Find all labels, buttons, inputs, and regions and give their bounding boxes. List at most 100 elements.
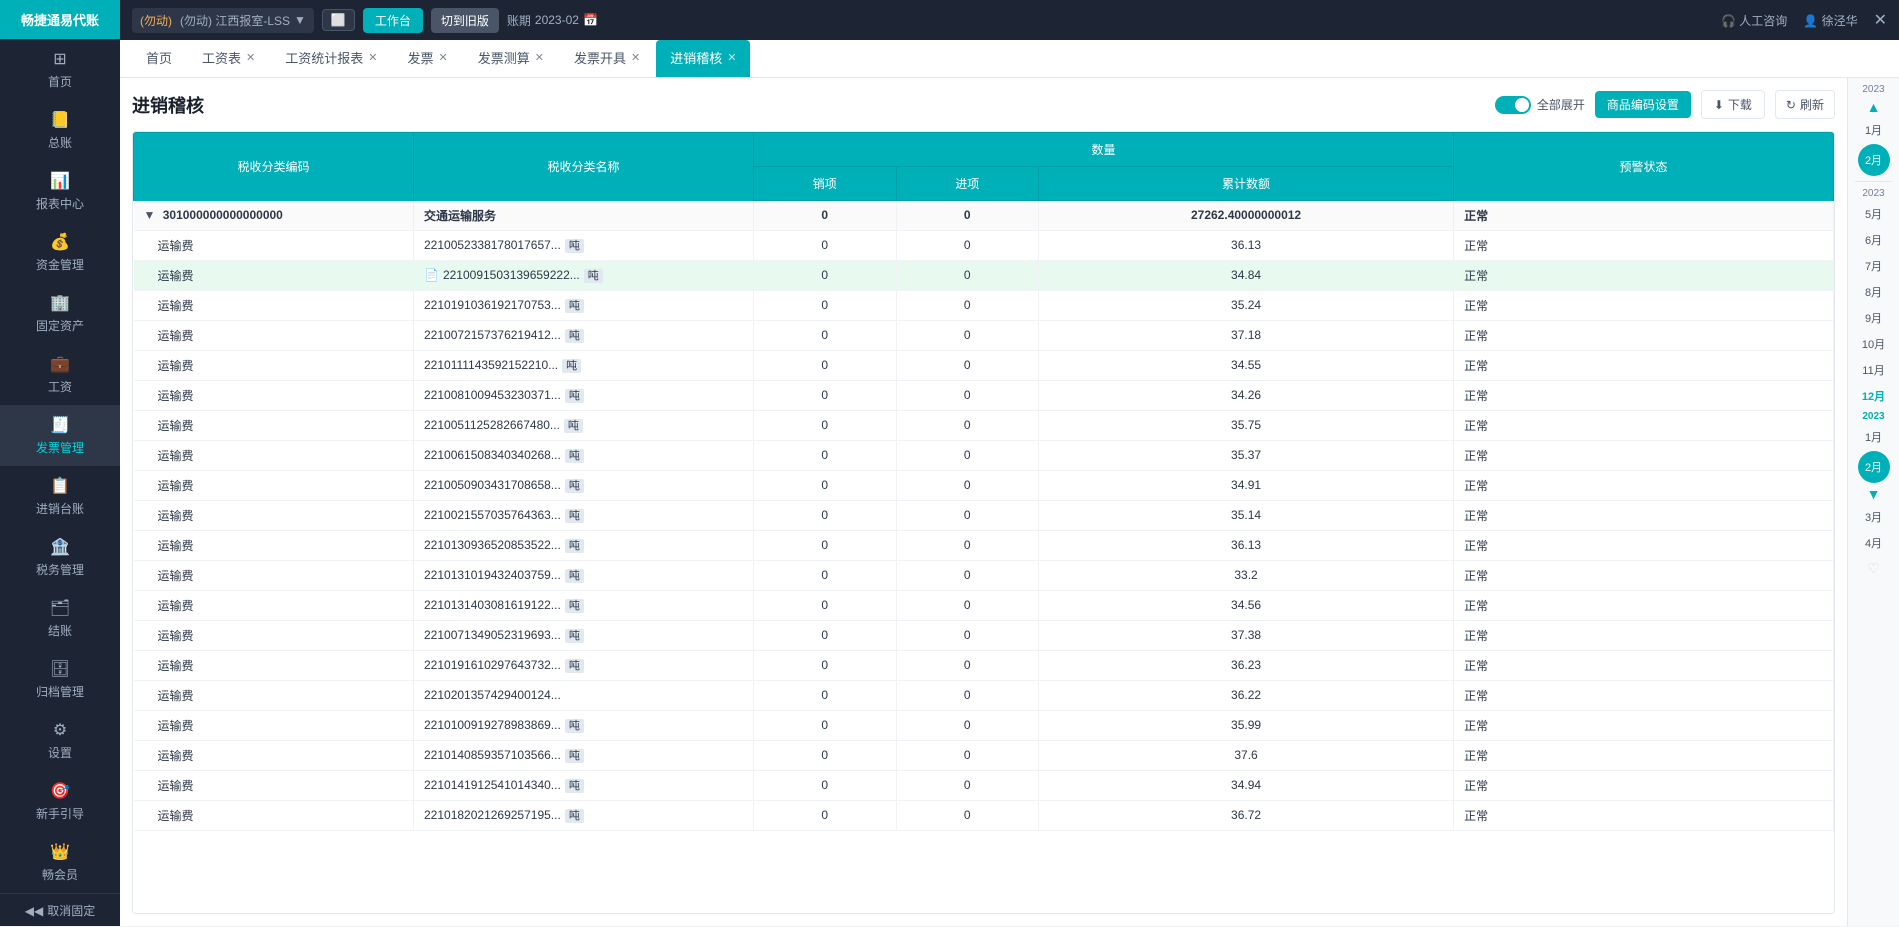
calendar-month-apr[interactable]: 4月 [1854, 531, 1894, 555]
sidebar-item-report[interactable]: 📊 报表中心 [0, 161, 120, 222]
tab-sales-check-close[interactable]: ✕ [727, 51, 736, 64]
row-status: 正常 [1454, 260, 1834, 290]
year-2023c-label: 2023 [1862, 411, 1884, 422]
calendar-month-mar[interactable]: 3月 [1854, 505, 1894, 529]
assets-icon: 🏢 [50, 293, 70, 313]
tab-sales-check[interactable]: 进销稽核 ✕ [656, 40, 750, 77]
sidebar-item-settings[interactable]: ⚙ 设置 [0, 710, 120, 771]
tab-salary[interactable]: 工资表 ✕ [188, 40, 269, 77]
sidebar-item-label: 结账 [48, 622, 72, 639]
calendar-month-jul[interactable]: 7月 [1854, 254, 1894, 278]
tab-invoice-open-close[interactable]: ✕ [631, 51, 640, 64]
tab-invoice-close[interactable]: ✕ [439, 51, 448, 64]
settings-button[interactable]: 商品编码设置 [1595, 91, 1691, 118]
back-button[interactable]: 切到旧版 [431, 8, 499, 33]
toggle-switch[interactable] [1495, 96, 1531, 114]
calendar-month-aug[interactable]: 8月 [1854, 280, 1894, 304]
tab-invoice[interactable]: 发票 ✕ [393, 40, 461, 77]
tab-home-label: 首页 [146, 48, 172, 67]
row-status: 正常 [1454, 380, 1834, 410]
row-status: 正常 [1454, 590, 1834, 620]
sidebar-item-filing[interactable]: 🗂 结账 [0, 588, 120, 649]
row-amount: 35.75 [1039, 410, 1454, 440]
support-area[interactable]: 🎧 人工咨询 [1721, 12, 1787, 29]
sidebar-item-ledger[interactable]: 📒 总账 [0, 100, 120, 161]
calendar-down-arrow[interactable]: ▼ [1865, 484, 1883, 504]
row-input: 0 [896, 350, 1039, 380]
user-area[interactable]: 👤 徐泾华 [1803, 12, 1857, 29]
row-sales: 0 [754, 560, 897, 590]
tab-salary-report-close[interactable]: ✕ [368, 51, 377, 64]
row-sales: 0 [754, 290, 897, 320]
calendar-month-nov[interactable]: 11月 [1854, 358, 1894, 382]
row-amount: 34.56 [1039, 590, 1454, 620]
sidebar-item-guide[interactable]: 🎯 新手引导 [0, 771, 120, 832]
refresh-button[interactable]: ↻ 刷新 [1775, 90, 1835, 119]
row-amount: 33.2 [1039, 560, 1454, 590]
sidebar-item-fund[interactable]: 💰 资金管理 [0, 222, 120, 283]
support-label: 人工咨询 [1739, 14, 1787, 28]
unit-tag: 吨 [565, 749, 584, 763]
sidebar-item-archive[interactable]: 🗄 归档管理 [0, 649, 120, 710]
col-header-sales: 销项 [754, 167, 897, 201]
calendar-month-feb2[interactable]: 2月 [1858, 451, 1890, 483]
calendar-up-arrow[interactable]: ▲ [1865, 97, 1883, 117]
sidebar-item-assets[interactable]: 🏢 固定资产 [0, 283, 120, 344]
calendar-month-jan2[interactable]: 1月 [1854, 425, 1894, 449]
toggle-label: 全部展开 [1537, 96, 1585, 113]
close-button[interactable]: ✕ [1874, 10, 1887, 30]
copy-button[interactable]: ⬜ [322, 9, 355, 31]
calendar-month-2023-1[interactable]: 1月 [1854, 118, 1894, 142]
row-invoice: 2210050903431708658...吨 [414, 470, 754, 500]
company-selector[interactable]: (勿动) (勿动) 江西报室-LSS ▼ [132, 8, 314, 33]
period-value: 2023-02 [535, 13, 579, 27]
row-subname: 运输费 [134, 320, 414, 350]
row-status: 正常 [1454, 500, 1834, 530]
row-input: 0 [896, 320, 1039, 350]
row-subname: 运输费 [134, 680, 414, 710]
unit-tag: 吨 [584, 269, 603, 283]
calendar-month-dec[interactable]: 12月 [1854, 384, 1894, 408]
row-amount: 35.99 [1039, 710, 1454, 740]
row-status: 正常 [1454, 470, 1834, 500]
tab-salary-close[interactable]: ✕ [246, 51, 255, 64]
tab-invoice-calc-close[interactable]: ✕ [535, 51, 544, 64]
calendar-month-oct[interactable]: 10月 [1854, 332, 1894, 356]
row-invoice: 2210051125282667480...吨 [414, 410, 754, 440]
tax-mgmt-icon: 🏦 [50, 537, 70, 557]
report-icon: 📊 [50, 171, 70, 191]
calendar-icon[interactable]: 📅 [583, 13, 598, 27]
calendar-month-may[interactable]: 5月 [1854, 202, 1894, 226]
row-sales: 0 [754, 680, 897, 710]
sidebar-item-sales-ledger[interactable]: 📋 进销台账 [0, 466, 120, 527]
row-input: 0 [896, 410, 1039, 440]
unit-tag: 吨 [565, 659, 584, 673]
user-name: 徐泾华 [1822, 14, 1858, 28]
expand-icon[interactable]: ▼ [144, 208, 156, 222]
filing-icon: 🗂 [50, 598, 70, 618]
tab-home[interactable]: 首页 [132, 40, 186, 77]
tab-salary-report-label: 工资统计报表 [285, 48, 363, 67]
col-header-status: 预警状态 [1454, 133, 1834, 201]
sidebar-item-home[interactable]: ⊞ 首页 [0, 39, 120, 100]
sidebar-item-tax-mgmt[interactable]: 🏦 税务管理 [0, 527, 120, 588]
sidebar-item-member[interactable]: 👑 畅会员 [0, 832, 120, 893]
tab-invoice-calc-label: 发票测算 [478, 48, 530, 67]
sidebar-item-invoice-mgmt[interactable]: 🧾 发票管理 [0, 405, 120, 466]
calendar-month-sep[interactable]: 9月 [1854, 306, 1894, 330]
unpin-button[interactable]: ◀◀ 取消固定 [0, 893, 120, 927]
sidebar-item-salary[interactable]: 💼 工资 [0, 344, 120, 405]
download-label: 下载 [1728, 96, 1752, 113]
unit-tag: 吨 [565, 779, 584, 793]
calendar-month-2023-2[interactable]: 2月 [1858, 144, 1890, 176]
row-subname: 运输费 [134, 770, 414, 800]
ledger-icon: 📒 [50, 110, 70, 130]
tab-salary-report[interactable]: 工资统计报表 ✕ [271, 40, 391, 77]
tab-invoice-calc[interactable]: 发票测算 ✕ [464, 40, 558, 77]
workbench-button[interactable]: 工作台 [363, 8, 423, 33]
calendar-month-jun[interactable]: 6月 [1854, 228, 1894, 252]
row-invoice: 2210071349052319693...吨 [414, 620, 754, 650]
tab-invoice-open[interactable]: 发票开具 ✕ [560, 40, 654, 77]
unit-tag: 吨 [562, 359, 581, 373]
download-button[interactable]: ⬇ 下载 [1701, 90, 1765, 119]
